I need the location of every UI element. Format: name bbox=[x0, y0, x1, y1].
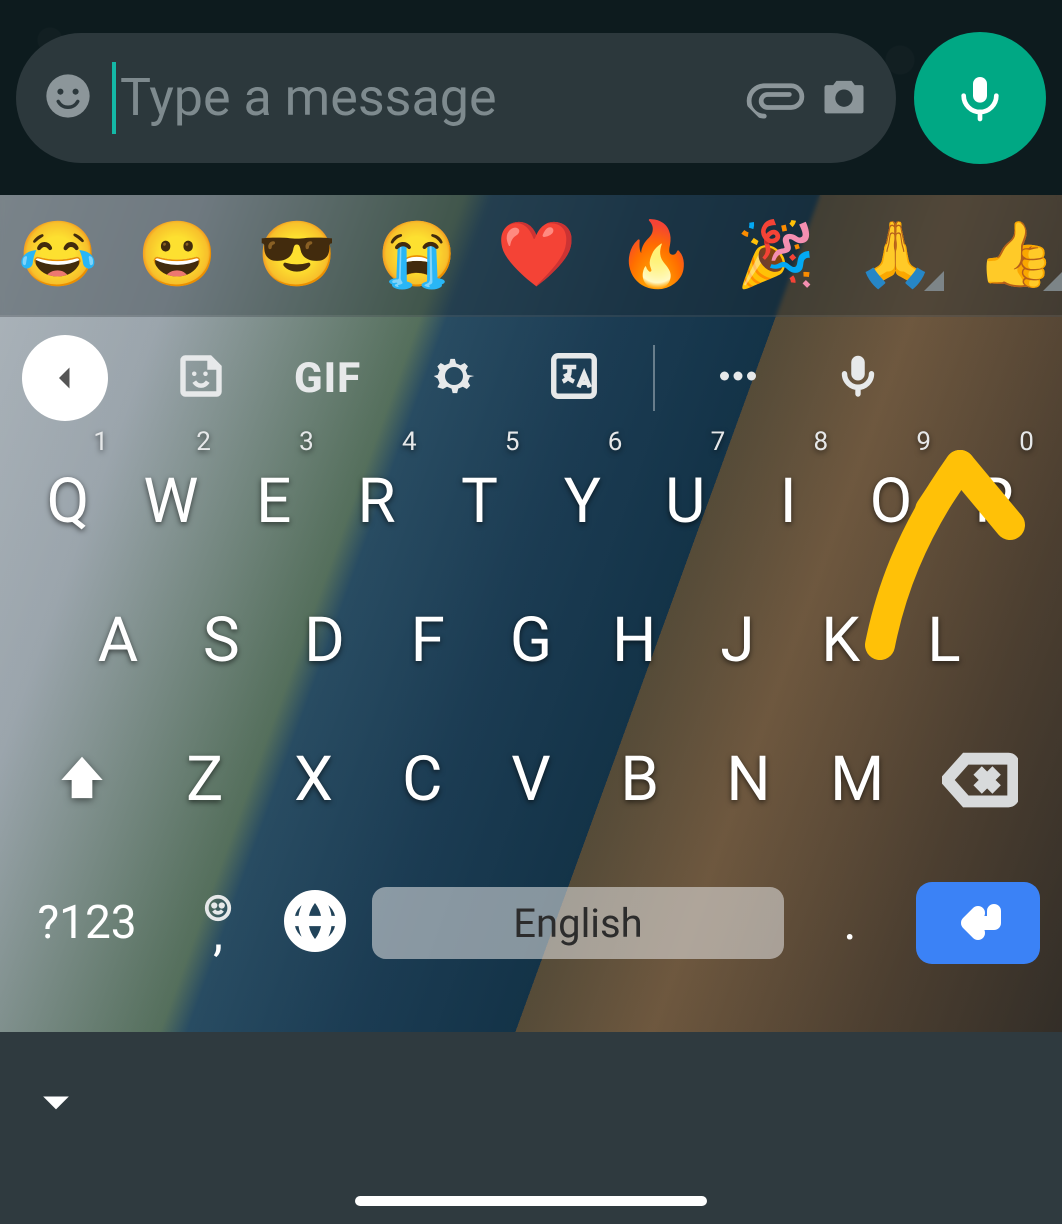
key-f[interactable]: F bbox=[382, 604, 474, 677]
key-p[interactable]: 0P bbox=[948, 465, 1040, 538]
key-z[interactable]: Z bbox=[159, 743, 251, 816]
key-y[interactable]: 6Y bbox=[536, 465, 628, 538]
emoji-suggestion[interactable]: 🔥 bbox=[616, 223, 696, 287]
symbols-key[interactable]: ?123 bbox=[22, 896, 152, 950]
key-a[interactable]: A bbox=[72, 604, 164, 677]
key-k[interactable]: K bbox=[795, 604, 887, 677]
key-u[interactable]: 7U bbox=[639, 465, 731, 538]
sticker-icon[interactable] bbox=[174, 349, 228, 407]
emoji-suggestion[interactable]: ❤️ bbox=[497, 223, 577, 287]
home-indicator[interactable] bbox=[355, 1196, 707, 1206]
spacebar[interactable]: English bbox=[372, 887, 784, 959]
key-row-1: 1Q 2W 3E 4R 5T 6Y 7U 8I 9O 0P bbox=[8, 465, 1054, 538]
keyboard-area: 😂 😀 😎 😭 ❤️ 🔥 🎉 🙏 👍 GIF bbox=[0, 195, 1062, 1032]
key-i[interactable]: 8I bbox=[742, 465, 834, 538]
key-n[interactable]: N bbox=[703, 743, 795, 816]
key-row-3: Z X C V B N M bbox=[8, 743, 1054, 816]
key-o[interactable]: 9O bbox=[845, 465, 937, 538]
collapse-toolbar-button[interactable] bbox=[22, 335, 108, 421]
key-c[interactable]: C bbox=[376, 743, 468, 816]
language-key[interactable] bbox=[284, 890, 346, 956]
message-input-pill: Type a message bbox=[16, 33, 896, 163]
period-key[interactable]: . bbox=[810, 894, 890, 952]
key-h[interactable]: H bbox=[588, 604, 680, 677]
keyboard-toolbar: GIF bbox=[0, 317, 1062, 439]
key-g[interactable]: G bbox=[485, 604, 577, 677]
backspace-key[interactable] bbox=[920, 751, 1040, 809]
shift-key[interactable] bbox=[22, 749, 142, 811]
paperclip-icon[interactable] bbox=[748, 70, 800, 126]
key-row-fn: ?123 , English . bbox=[8, 882, 1054, 964]
enter-key[interactable] bbox=[916, 882, 1040, 964]
key-j[interactable]: J bbox=[692, 604, 784, 677]
key-v[interactable]: V bbox=[485, 743, 577, 816]
qwerty-keyboard: 1Q 2W 3E 4R 5T 6Y 7U 8I 9O 0P A S D F G … bbox=[0, 439, 1062, 1032]
voice-record-button[interactable] bbox=[914, 32, 1046, 164]
emoji-suggestion[interactable]: 😭 bbox=[377, 223, 457, 287]
translate-icon[interactable] bbox=[547, 349, 601, 407]
key-q[interactable]: 1Q bbox=[22, 465, 114, 538]
key-x[interactable]: X bbox=[268, 743, 360, 816]
comma-key[interactable]: , bbox=[178, 893, 258, 954]
emoji-suggestion-row: 😂 😀 😎 😭 ❤️ 🔥 🎉 🙏 👍 bbox=[0, 195, 1062, 317]
toolbar-divider bbox=[653, 345, 655, 411]
emoji-suggestion[interactable]: 😀 bbox=[138, 223, 218, 287]
message-input[interactable]: Type a message bbox=[112, 62, 730, 134]
emoji-suggestion[interactable]: 🎉 bbox=[736, 223, 816, 287]
emoji-suggestion[interactable]: 🙏 bbox=[856, 223, 936, 287]
key-row-2: A S D F G H J K L bbox=[8, 604, 1054, 677]
message-placeholder: Type a message bbox=[120, 67, 497, 128]
key-w[interactable]: 2W bbox=[125, 465, 217, 538]
key-d[interactable]: D bbox=[279, 604, 371, 677]
camera-icon[interactable] bbox=[818, 70, 870, 126]
system-nav-bar bbox=[0, 1032, 1062, 1224]
key-t[interactable]: 5T bbox=[434, 465, 526, 538]
dismiss-keyboard-button[interactable] bbox=[34, 1080, 78, 1128]
emoji-suggestion[interactable]: 👍 bbox=[976, 223, 1056, 287]
key-b[interactable]: B bbox=[594, 743, 686, 816]
emoji-suggestion[interactable]: 😎 bbox=[257, 223, 337, 287]
dots-icon[interactable] bbox=[711, 349, 765, 407]
emoji-icon[interactable] bbox=[42, 70, 94, 126]
emoji-suggestion[interactable]: 😂 bbox=[18, 223, 98, 287]
key-s[interactable]: S bbox=[175, 604, 267, 677]
gear-icon[interactable] bbox=[427, 349, 481, 407]
chat-input-bar: Type a message bbox=[0, 0, 1062, 195]
key-l[interactable]: L bbox=[898, 604, 990, 677]
key-r[interactable]: 4R bbox=[331, 465, 423, 538]
mic-icon[interactable] bbox=[831, 349, 885, 407]
gif-button[interactable]: GIF bbox=[294, 354, 361, 403]
text-cursor bbox=[112, 62, 116, 134]
key-e[interactable]: 3E bbox=[228, 465, 320, 538]
key-m[interactable]: M bbox=[811, 743, 903, 816]
